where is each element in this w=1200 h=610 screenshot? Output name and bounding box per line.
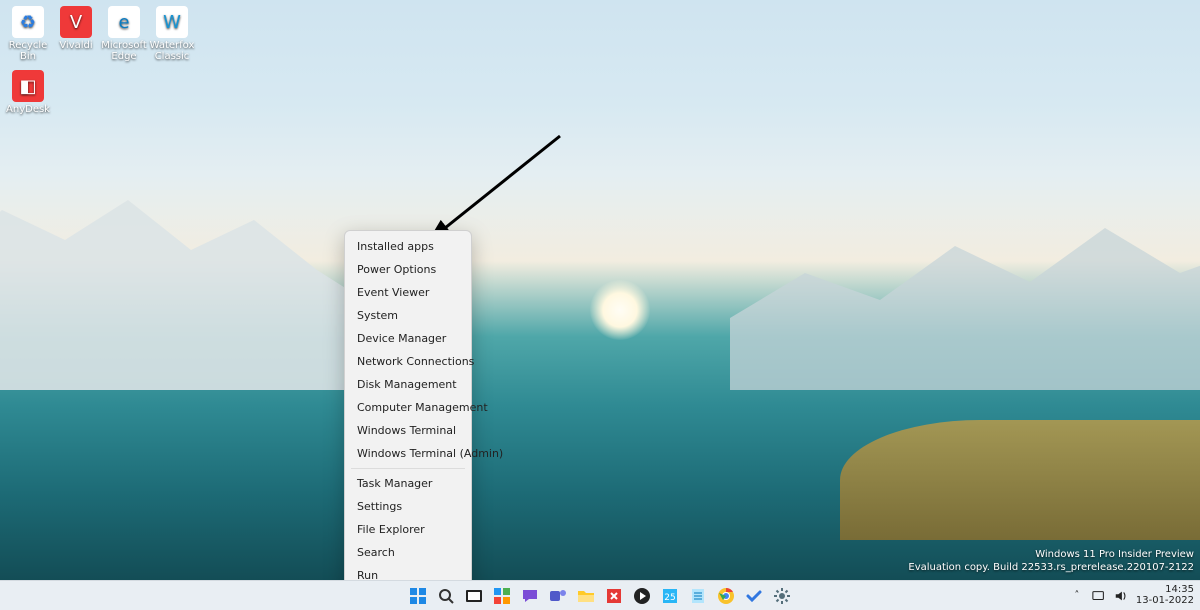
desktop-icon-label: Waterfox Classic bbox=[148, 40, 196, 62]
media-icon bbox=[633, 587, 651, 605]
svg-text:25: 25 bbox=[664, 593, 675, 603]
taskbar-teams-button[interactable] bbox=[547, 585, 569, 607]
watermark: Windows 11 Pro Insider Preview Evaluatio… bbox=[908, 549, 1194, 574]
taskbar-start-button[interactable] bbox=[407, 585, 429, 607]
desktop-icon-label: Vivaldi bbox=[59, 40, 92, 51]
wallpaper-sun bbox=[590, 280, 650, 340]
vivaldi-icon: V bbox=[60, 6, 92, 38]
anydesk-icon: ◧ bbox=[12, 70, 44, 102]
wallpaper-grass bbox=[840, 420, 1200, 540]
notepad-icon bbox=[689, 587, 707, 605]
chat-icon bbox=[521, 587, 539, 605]
desktop[interactable]: ♻Recycle BinVVivaldieMicrosoft EdgeWWate… bbox=[0, 0, 1200, 580]
chrome-icon bbox=[717, 587, 735, 605]
ctx-separator bbox=[351, 468, 465, 469]
ctx-item-disk-management[interactable]: Disk Management bbox=[345, 373, 471, 396]
desktop-icon-label: AnyDesk bbox=[6, 104, 50, 115]
sticky-notes-icon: 25 bbox=[661, 587, 679, 605]
taskbar-notepad-button[interactable] bbox=[687, 585, 709, 607]
clock-time: 14:35 bbox=[1136, 585, 1194, 596]
wallpaper-mountain bbox=[0, 190, 380, 390]
ctx-item-event-viewer[interactable]: Event Viewer bbox=[345, 281, 471, 304]
desktop-icon-recycle-bin[interactable]: ♻Recycle Bin bbox=[4, 6, 52, 62]
taskbar-task-view-button[interactable] bbox=[463, 585, 485, 607]
widgets-icon bbox=[493, 587, 511, 605]
desktop-icon-label: Recycle Bin bbox=[4, 40, 52, 62]
edge-icon: e bbox=[108, 6, 140, 38]
snip-icon bbox=[605, 587, 623, 605]
desktop-icon-label: Microsoft Edge bbox=[100, 40, 148, 62]
ctx-item-computer-management[interactable]: Computer Management bbox=[345, 396, 471, 419]
ctx-item-network-connections[interactable]: Network Connections bbox=[345, 350, 471, 373]
start-icon bbox=[409, 587, 427, 605]
taskbar: 25 ˄ 14:35 13-01-2022 bbox=[0, 580, 1200, 610]
ctx-item-installed-apps[interactable]: Installed apps bbox=[345, 235, 471, 258]
ctx-item-file-explorer[interactable]: File Explorer bbox=[345, 518, 471, 541]
task-view-icon bbox=[465, 587, 483, 605]
watermark-line: Evaluation copy. Build 22533.rs_prerelea… bbox=[908, 562, 1194, 575]
file-explorer-icon bbox=[577, 587, 595, 605]
taskbar-widgets-button[interactable] bbox=[491, 585, 513, 607]
settings-icon bbox=[773, 587, 791, 605]
desktop-icon-vivaldi[interactable]: V Vivaldi bbox=[52, 6, 100, 62]
taskbar-center: 25 bbox=[407, 585, 793, 607]
desktop-icon-edge[interactable]: eMicrosoft Edge bbox=[100, 6, 148, 62]
ctx-item-power-options[interactable]: Power Options bbox=[345, 258, 471, 281]
taskbar-search-button[interactable] bbox=[435, 585, 457, 607]
teams-icon bbox=[549, 587, 567, 605]
desktop-icon-anydesk[interactable]: ◧ AnyDesk bbox=[4, 70, 52, 115]
waterfox-icon: W bbox=[156, 6, 188, 38]
ctx-item-windows-terminal-admin[interactable]: Windows Terminal (Admin) bbox=[345, 442, 471, 465]
system-tray: ˄ 14:35 13-01-2022 bbox=[1070, 585, 1194, 606]
tray-chevron-icon[interactable]: ˄ bbox=[1070, 589, 1084, 603]
taskbar-sticky-notes-button[interactable]: 25 bbox=[659, 585, 681, 607]
taskbar-snip-button[interactable] bbox=[603, 585, 625, 607]
search-icon bbox=[437, 587, 455, 605]
desktop-icon-waterfox[interactable]: WWaterfox Classic bbox=[148, 6, 196, 62]
taskbar-chrome-button[interactable] bbox=[715, 585, 737, 607]
wallpaper-mountain bbox=[730, 210, 1200, 390]
taskbar-todo-button[interactable] bbox=[743, 585, 765, 607]
taskbar-media-button[interactable] bbox=[631, 585, 653, 607]
winx-context-menu: Installed appsPower OptionsEvent ViewerS… bbox=[344, 230, 472, 610]
taskbar-file-explorer-button[interactable] bbox=[575, 585, 597, 607]
taskbar-clock[interactable]: 14:35 13-01-2022 bbox=[1136, 585, 1194, 606]
clock-date: 13-01-2022 bbox=[1136, 596, 1194, 607]
todo-icon bbox=[745, 587, 763, 605]
desktop-icons: ♻Recycle BinVVivaldieMicrosoft EdgeWWate… bbox=[4, 4, 196, 121]
watermark-line: Windows 11 Pro Insider Preview bbox=[908, 549, 1194, 562]
ctx-item-task-manager[interactable]: Task Manager bbox=[345, 472, 471, 495]
ctx-item-device-manager[interactable]: Device Manager bbox=[345, 327, 471, 350]
ctx-item-search[interactable]: Search bbox=[345, 541, 471, 564]
tray-volume-icon[interactable] bbox=[1114, 589, 1128, 603]
tray-network-icon[interactable] bbox=[1092, 589, 1106, 603]
ctx-item-settings[interactable]: Settings bbox=[345, 495, 471, 518]
taskbar-settings-button[interactable] bbox=[771, 585, 793, 607]
ctx-item-system[interactable]: System bbox=[345, 304, 471, 327]
recycle-bin-icon: ♻ bbox=[12, 6, 44, 38]
ctx-item-windows-terminal[interactable]: Windows Terminal bbox=[345, 419, 471, 442]
taskbar-chat-button[interactable] bbox=[519, 585, 541, 607]
